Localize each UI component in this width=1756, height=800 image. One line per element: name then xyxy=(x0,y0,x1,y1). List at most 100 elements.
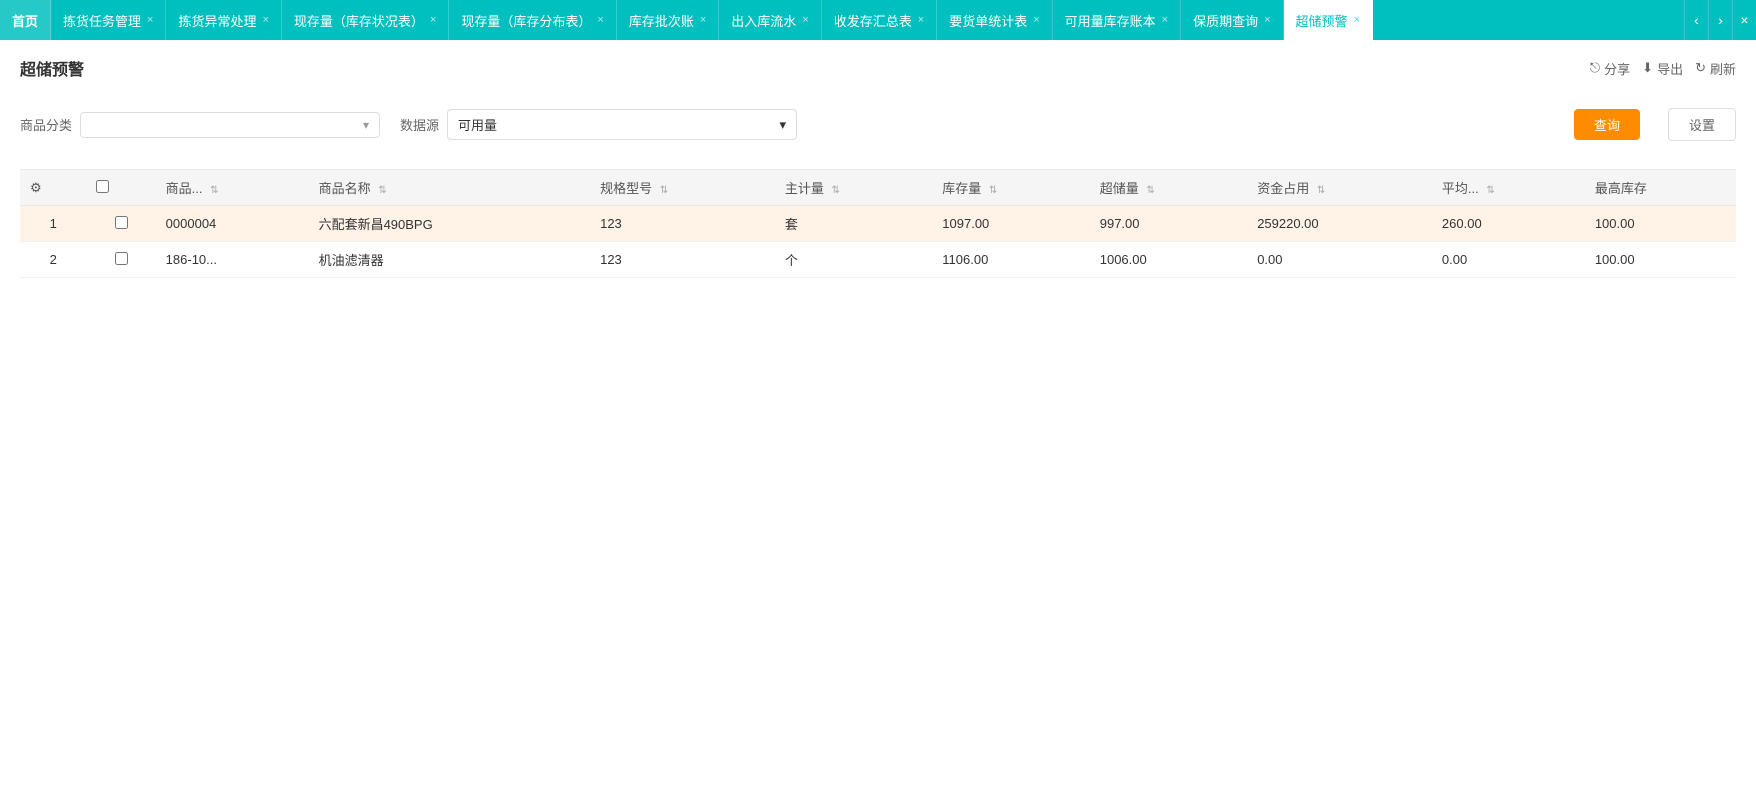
nav-item-inventory-status[interactable]: 现存量（库存状况表） × xyxy=(282,0,449,40)
row-unit: 套 xyxy=(775,206,932,242)
nav-item-order-stats[interactable]: 要货单统计表 × xyxy=(937,0,1052,40)
sort-stock-icon: ⇅ xyxy=(989,185,997,196)
th-spec-label: 规格型号 xyxy=(600,181,652,196)
data-table: ⚙ 商品... ⇅ 商品名称 ⇅ 规格型号 ⇅ 主计量 xyxy=(20,169,1736,278)
sort-avg-icon: ⇅ xyxy=(1486,185,1494,196)
export-icon: ⬇ xyxy=(1642,60,1653,76)
export-button[interactable]: ⬇ 导出 xyxy=(1642,59,1683,78)
nav-prev-arrow[interactable]: ‹ xyxy=(1684,0,1708,40)
sort-unit-icon: ⇅ xyxy=(831,185,839,196)
row-checkbox-cell[interactable] xyxy=(86,206,155,242)
row-overstock: 1006.00 xyxy=(1090,242,1247,278)
close-pick-exception[interactable]: × xyxy=(262,14,268,26)
th-overstock[interactable]: 超储量 ⇅ xyxy=(1090,170,1247,206)
close-batch-account[interactable]: × xyxy=(700,14,706,26)
filter-category: 商品分类 ▾ xyxy=(20,112,380,138)
header-actions: ⎋ 分享 ⬇ 导出 ↻ 刷新 xyxy=(1590,59,1736,78)
row-avg: 0.00 xyxy=(1432,242,1585,278)
row-checkbox[interactable] xyxy=(115,252,128,265)
nav-next-arrow[interactable]: › xyxy=(1708,0,1732,40)
th-avg-label: 平均... xyxy=(1442,181,1479,196)
share-label: 分享 xyxy=(1604,59,1630,78)
table-row: 1 0000004 六配套新昌490BPG 123 套 1097.00 997.… xyxy=(20,206,1736,242)
nav-item-inout-flow[interactable]: 出入库流水 × xyxy=(719,0,821,40)
nav-close-arrow[interactable]: × xyxy=(1732,0,1756,40)
row-product-name: 机油滤清器 xyxy=(309,242,591,278)
row-number: 2 xyxy=(20,242,86,278)
datasource-value: 可用量 xyxy=(458,115,497,134)
nav-item-inventory-dist[interactable]: 现存量（库存分布表） × xyxy=(449,0,616,40)
row-checkbox[interactable] xyxy=(115,216,128,229)
category-select[interactable]: ▾ xyxy=(80,112,380,138)
sort-spec-icon: ⇅ xyxy=(660,185,668,196)
query-button[interactable]: 查询 xyxy=(1574,109,1640,140)
nav-label-overstock-warning: 超储预警 xyxy=(1296,11,1348,30)
close-inventory-status[interactable]: × xyxy=(430,14,436,26)
th-checkbox[interactable] xyxy=(86,170,155,206)
nav-label-order-stats: 要货单统计表 xyxy=(949,11,1027,30)
datasource-chevron-icon: ▾ xyxy=(780,117,787,133)
close-inout-flow[interactable]: × xyxy=(802,14,808,26)
share-button[interactable]: ⎋ 分享 xyxy=(1590,59,1630,78)
table-header-row: ⚙ 商品... ⇅ 商品名称 ⇅ 规格型号 ⇅ 主计量 xyxy=(20,170,1736,206)
nav-item-recv-send-summary[interactable]: 收发存汇总表 × xyxy=(822,0,937,40)
nav-item-pick-task[interactable]: 拣货任务管理 × xyxy=(51,0,166,40)
nav-label-available-ledger: 可用量库存账本 xyxy=(1065,11,1156,30)
close-available-ledger[interactable]: × xyxy=(1162,14,1168,26)
th-max-stock-label: 最高库存 xyxy=(1595,181,1647,196)
nav-item-pick-exception[interactable]: 拣货异常处理 × xyxy=(166,0,281,40)
nav-item-home-label: 首页 xyxy=(12,11,38,30)
row-unit: 个 xyxy=(775,242,932,278)
nav-item-overstock-warning[interactable]: 超储预警 × xyxy=(1284,0,1373,40)
nav-item-shelf-life[interactable]: 保质期查询 × xyxy=(1181,0,1283,40)
share-icon: ⎋ xyxy=(1590,60,1600,76)
filter-area: 商品分类 ▾ 数据源 可用量 ▾ 查询 设置 xyxy=(20,96,1736,153)
refresh-label: 刷新 xyxy=(1710,59,1736,78)
nav-item-batch-account[interactable]: 库存批次账 × xyxy=(617,0,719,40)
close-shelf-life[interactable]: × xyxy=(1264,14,1270,26)
gear-icon: ⚙ xyxy=(30,180,42,195)
nav-arrows: ‹ › × xyxy=(1684,0,1756,40)
sort-product-code-icon: ⇅ xyxy=(210,185,218,196)
close-recv-send-summary[interactable]: × xyxy=(918,14,924,26)
th-product-name[interactable]: 商品名称 ⇅ xyxy=(309,170,591,206)
refresh-icon: ↻ xyxy=(1695,60,1706,76)
page-header: 超储预警 ⎋ 分享 ⬇ 导出 ↻ 刷新 xyxy=(20,56,1736,80)
row-checkbox-cell[interactable] xyxy=(86,242,155,278)
table-row: 2 186-10... 机油滤清器 123 个 1106.00 1006.00 … xyxy=(20,242,1736,278)
row-capital: 259220.00 xyxy=(1247,206,1432,242)
datasource-select[interactable]: 可用量 ▾ xyxy=(447,109,797,140)
row-number: 1 xyxy=(20,206,86,242)
close-pick-task[interactable]: × xyxy=(147,14,153,26)
row-stock: 1097.00 xyxy=(932,206,1089,242)
refresh-button[interactable]: ↻ 刷新 xyxy=(1695,59,1736,78)
th-capital[interactable]: 资金占用 ⇅ xyxy=(1247,170,1432,206)
th-avg[interactable]: 平均... ⇅ xyxy=(1432,170,1585,206)
nav-label-batch-account: 库存批次账 xyxy=(629,11,694,30)
close-inventory-dist[interactable]: × xyxy=(597,14,603,26)
row-product-name: 六配套新昌490BPG xyxy=(309,206,591,242)
th-unit[interactable]: 主计量 ⇅ xyxy=(775,170,932,206)
row-overstock: 997.00 xyxy=(1090,206,1247,242)
close-overstock-warning[interactable]: × xyxy=(1354,14,1360,26)
sort-product-name-icon: ⇅ xyxy=(378,185,386,196)
page-content: 超储预警 ⎋ 分享 ⬇ 导出 ↻ 刷新 商品分类 ▾ 数据源 xyxy=(0,40,1756,800)
settings-button[interactable]: 设置 xyxy=(1668,108,1736,141)
chevron-down-icon: ▾ xyxy=(363,118,369,132)
sort-overstock-icon: ⇅ xyxy=(1146,185,1154,196)
select-all-checkbox[interactable] xyxy=(96,180,109,193)
row-spec: 123 xyxy=(590,206,775,242)
nav-item-home[interactable]: 首页 xyxy=(0,0,51,40)
th-gear[interactable]: ⚙ xyxy=(20,170,86,206)
th-spec[interactable]: 规格型号 ⇅ xyxy=(590,170,775,206)
th-stock[interactable]: 库存量 ⇅ xyxy=(932,170,1089,206)
th-overstock-label: 超储量 xyxy=(1100,181,1139,196)
nav-item-available-ledger[interactable]: 可用量库存账本 × xyxy=(1053,0,1181,40)
close-order-stats[interactable]: × xyxy=(1033,14,1039,26)
datasource-label: 数据源 xyxy=(400,115,439,134)
th-product-code[interactable]: 商品... ⇅ xyxy=(156,170,309,206)
th-product-name-label: 商品名称 xyxy=(319,181,371,196)
table-body: 1 0000004 六配套新昌490BPG 123 套 1097.00 997.… xyxy=(20,206,1736,278)
filter-datasource: 数据源 可用量 ▾ xyxy=(400,109,797,140)
nav-label-recv-send-summary: 收发存汇总表 xyxy=(834,11,912,30)
